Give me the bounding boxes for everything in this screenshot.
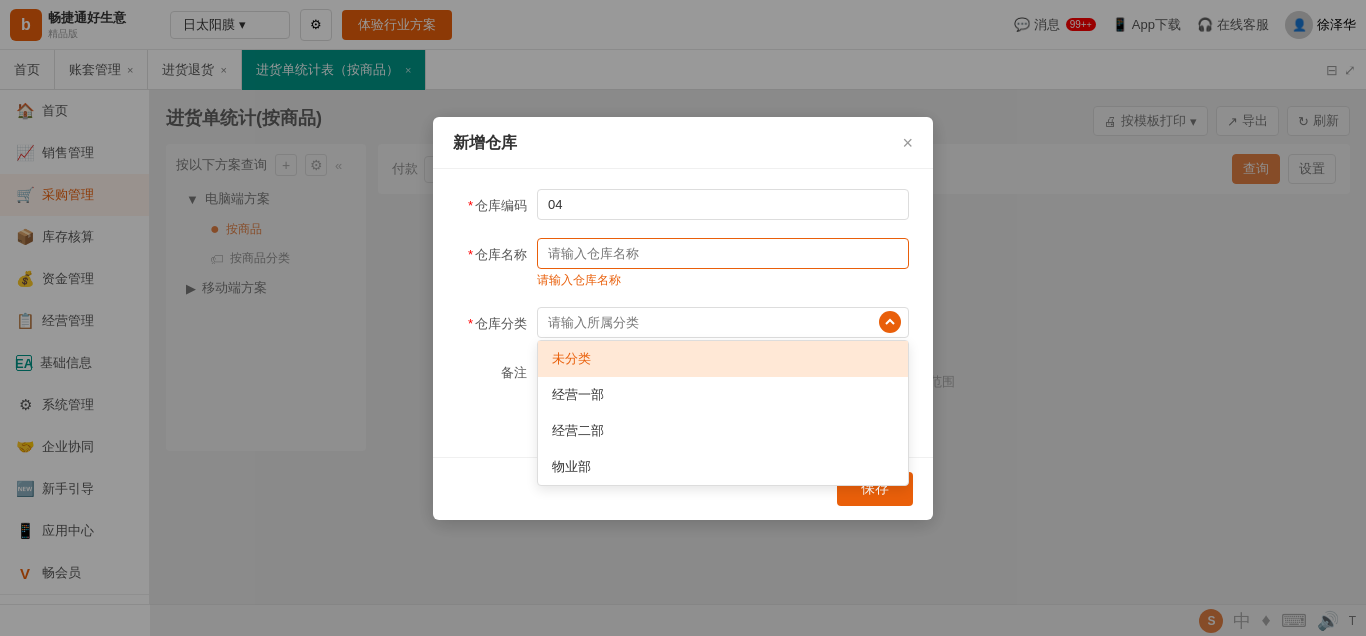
name-input[interactable] [537, 238, 909, 269]
category-dropdown-list: 未分类 经营一部 经营二部 物业部 [537, 340, 909, 486]
form-row-category: *仓库分类 未分类 经营一部 经营二部 物业部 [457, 307, 909, 338]
modal-title: 新增仓库 [453, 133, 517, 154]
modal-header: 新增仓库 × [433, 117, 933, 169]
code-field [537, 189, 909, 220]
code-label: *仓库编码 [457, 189, 537, 215]
name-label: *仓库名称 [457, 238, 537, 264]
name-error-tip: 请输入仓库名称 [537, 272, 909, 289]
dropdown-option-unclassified[interactable]: 未分类 [538, 341, 908, 377]
note-label: 备注 [457, 356, 537, 382]
dropdown-option-property[interactable]: 物业部 [538, 449, 908, 485]
dropdown-arrow[interactable] [879, 311, 901, 333]
modal-close-button[interactable]: × [902, 133, 913, 154]
category-input[interactable] [537, 307, 909, 338]
modal-dialog: 新增仓库 × *仓库编码 *仓库名称 请输入仓库名称 [433, 117, 933, 520]
chevron-up-icon [884, 316, 896, 328]
name-field: 请输入仓库名称 [537, 238, 909, 289]
form-row-code: *仓库编码 [457, 189, 909, 220]
code-input[interactable] [537, 189, 909, 220]
category-field: 未分类 经营一部 经营二部 物业部 [537, 307, 909, 338]
form-row-name: *仓库名称 请输入仓库名称 [457, 238, 909, 289]
modal-overlay: 新增仓库 × *仓库编码 *仓库名称 请输入仓库名称 [0, 0, 1366, 636]
modal-body: *仓库编码 *仓库名称 请输入仓库名称 *仓库分类 [433, 169, 933, 457]
dropdown-option-dept2[interactable]: 经营二部 [538, 413, 908, 449]
category-label: *仓库分类 [457, 307, 537, 333]
dropdown-option-dept1[interactable]: 经营一部 [538, 377, 908, 413]
